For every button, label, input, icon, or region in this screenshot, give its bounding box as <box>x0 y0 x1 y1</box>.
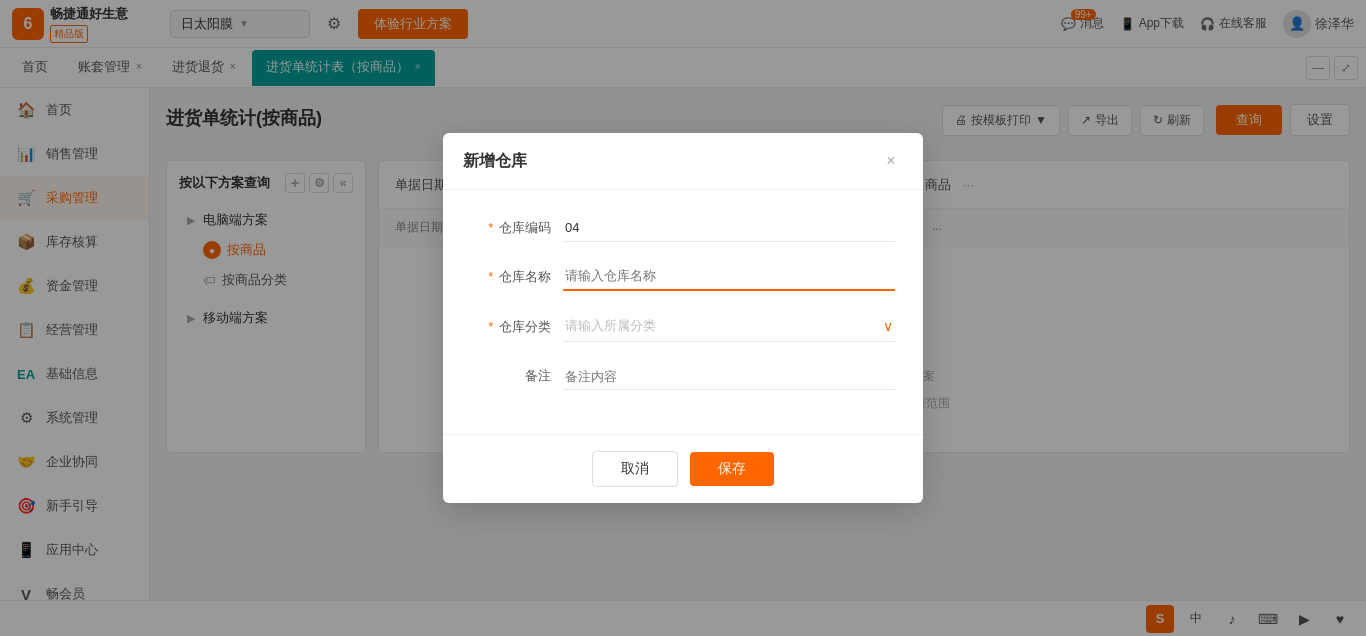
save-button[interactable]: 保存 <box>690 452 774 486</box>
code-input[interactable] <box>563 214 895 242</box>
category-dropdown-arrow: ∨ <box>883 318 893 334</box>
dialog-close-button[interactable]: × <box>879 149 903 173</box>
dialog-body: * 仓库编码 * 仓库名称 * 仓库分类 请输入所属 <box>443 190 923 434</box>
category-required: * <box>488 319 493 334</box>
cancel-button[interactable]: 取消 <box>592 451 678 487</box>
note-label: 备注 <box>471 367 551 385</box>
code-required: * <box>488 220 493 235</box>
note-input[interactable] <box>563 362 895 390</box>
add-warehouse-dialog: 新增仓库 × * 仓库编码 * 仓库名称 <box>443 133 923 503</box>
dialog-header: 新增仓库 × <box>443 133 923 190</box>
category-label: * 仓库分类 <box>471 318 551 336</box>
category-placeholder: 请输入所属分类 <box>565 317 656 335</box>
dialog-title: 新增仓库 <box>463 151 527 172</box>
code-label: * 仓库编码 <box>471 219 551 237</box>
form-row-note: 备注 <box>471 362 895 390</box>
category-select[interactable]: 请输入所属分类 ∨ <box>563 311 895 342</box>
modal-overlay[interactable]: 新增仓库 × * 仓库编码 * 仓库名称 <box>0 0 1366 636</box>
name-label: * 仓库名称 <box>471 268 551 286</box>
name-input[interactable] <box>563 262 895 291</box>
form-row-name: * 仓库名称 <box>471 262 895 291</box>
name-required: * <box>488 269 493 284</box>
dialog-footer: 取消 保存 <box>443 434 923 503</box>
form-row-category: * 仓库分类 请输入所属分类 ∨ <box>471 311 895 342</box>
form-row-code: * 仓库编码 <box>471 214 895 242</box>
